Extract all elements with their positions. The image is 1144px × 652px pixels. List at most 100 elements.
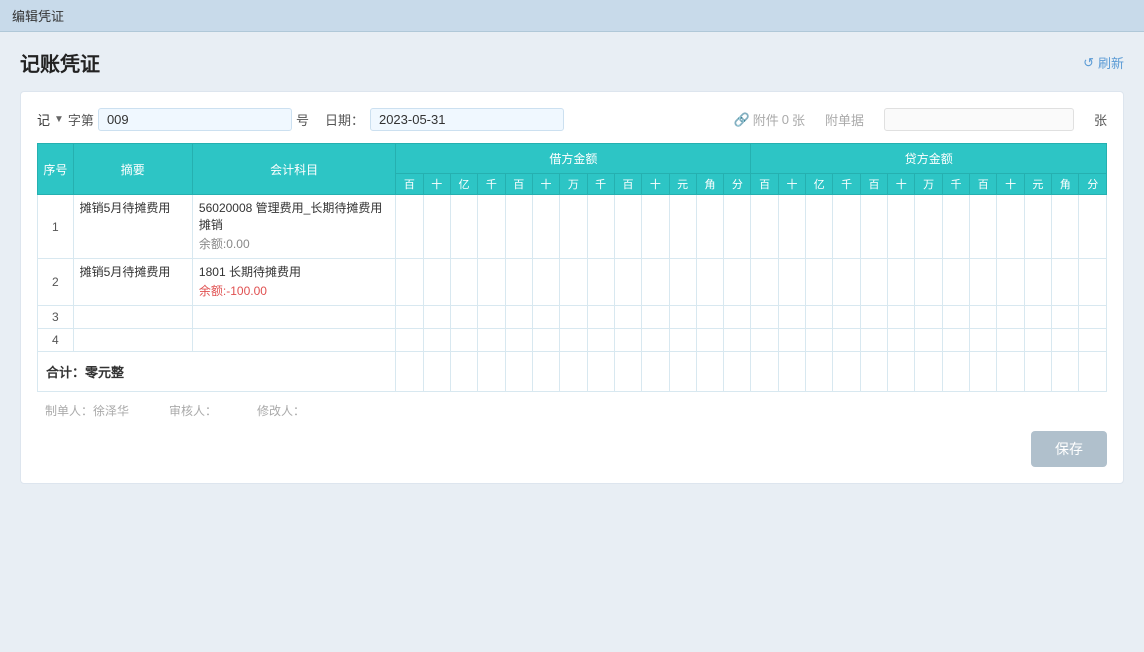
debit-digit-0-5[interactable] [532, 195, 559, 259]
credit-digit-3-3[interactable] [833, 329, 860, 352]
debit-digit-1-9[interactable] [642, 259, 669, 306]
credit-digit-0-11[interactable] [1052, 195, 1079, 259]
credit-digit-0-10[interactable] [1024, 195, 1051, 259]
debit-digit-3-9[interactable] [642, 329, 669, 352]
debit-digit-3-1[interactable] [423, 329, 450, 352]
credit-digit-0-2[interactable] [806, 195, 833, 259]
debit-digit-1-12[interactable] [724, 259, 751, 306]
credit-digit-1-12[interactable] [1079, 259, 1107, 306]
credit-digit-3-7[interactable] [942, 329, 969, 352]
credit-digit-0-4[interactable] [860, 195, 887, 259]
cell-account-2[interactable] [192, 306, 395, 329]
credit-digit-1-5[interactable] [888, 259, 915, 306]
credit-digit-1-1[interactable] [778, 259, 805, 306]
credit-digit-2-9[interactable] [997, 306, 1024, 329]
debit-digit-3-3[interactable] [478, 329, 505, 352]
credit-digit-2-12[interactable] [1079, 306, 1107, 329]
debit-digit-2-11[interactable] [696, 306, 723, 329]
credit-digit-0-9[interactable] [997, 195, 1024, 259]
credit-digit-2-10[interactable] [1024, 306, 1051, 329]
credit-digit-3-6[interactable] [915, 329, 942, 352]
credit-digit-3-1[interactable] [778, 329, 805, 352]
credit-digit-2-8[interactable] [970, 306, 997, 329]
credit-digit-0-1[interactable] [778, 195, 805, 259]
debit-digit-1-2[interactable] [450, 259, 477, 306]
cell-summary-3[interactable] [73, 329, 192, 352]
debit-digit-1-10[interactable] [669, 259, 696, 306]
credit-digit-2-4[interactable] [860, 306, 887, 329]
credit-digit-3-10[interactable] [1024, 329, 1051, 352]
credit-digit-3-8[interactable] [970, 329, 997, 352]
refresh-button[interactable]: ↺ 刷新 [1083, 53, 1124, 72]
debit-digit-3-4[interactable] [505, 329, 532, 352]
credit-digit-0-7[interactable] [942, 195, 969, 259]
cell-summary-0[interactable]: 摊销5月待摊费用 [73, 195, 192, 259]
debit-digit-2-2[interactable] [450, 306, 477, 329]
debit-digit-1-8[interactable] [614, 259, 641, 306]
debit-digit-2-7[interactable] [587, 306, 614, 329]
debit-digit-3-6[interactable] [560, 329, 587, 352]
cell-account-3[interactable] [192, 329, 395, 352]
debit-digit-1-1[interactable] [423, 259, 450, 306]
debit-digit-0-8[interactable] [614, 195, 641, 259]
credit-digit-1-4[interactable] [860, 259, 887, 306]
debit-digit-0-3[interactable] [478, 195, 505, 259]
debit-digit-0-7[interactable] [587, 195, 614, 259]
debit-digit-3-11[interactable] [696, 329, 723, 352]
attach-link[interactable]: 🔗 附件 0 张 [734, 110, 805, 129]
credit-digit-2-2[interactable] [806, 306, 833, 329]
credit-digit-1-7[interactable] [942, 259, 969, 306]
credit-digit-1-11[interactable] [1052, 259, 1079, 306]
credit-digit-0-3[interactable] [833, 195, 860, 259]
debit-digit-1-3[interactable] [478, 259, 505, 306]
debit-digit-2-10[interactable] [669, 306, 696, 329]
credit-digit-1-3[interactable] [833, 259, 860, 306]
debit-digit-2-0[interactable] [396, 306, 423, 329]
cell-summary-1[interactable]: 摊销5月待摊费用 [73, 259, 192, 306]
debit-digit-3-10[interactable] [669, 329, 696, 352]
credit-digit-2-5[interactable] [888, 306, 915, 329]
debit-digit-3-5[interactable] [532, 329, 559, 352]
debit-digit-3-7[interactable] [587, 329, 614, 352]
debit-digit-2-3[interactable] [478, 306, 505, 329]
credit-digit-3-0[interactable] [751, 329, 778, 352]
credit-digit-3-5[interactable] [888, 329, 915, 352]
debit-digit-0-12[interactable] [724, 195, 751, 259]
credit-digit-1-9[interactable] [997, 259, 1024, 306]
credit-digit-1-0[interactable] [751, 259, 778, 306]
credit-digit-0-6[interactable] [915, 195, 942, 259]
debit-digit-0-0[interactable] [396, 195, 423, 259]
credit-digit-2-3[interactable] [833, 306, 860, 329]
credit-digit-1-6[interactable] [915, 259, 942, 306]
credit-digit-2-1[interactable] [778, 306, 805, 329]
debit-digit-1-5[interactable] [532, 259, 559, 306]
credit-digit-0-0[interactable] [751, 195, 778, 259]
credit-digit-2-7[interactable] [942, 306, 969, 329]
cell-account-1[interactable]: 1801 长期待摊费用余额:-100.00 [192, 259, 395, 306]
debit-digit-2-12[interactable] [724, 306, 751, 329]
date-input[interactable] [370, 108, 564, 131]
credit-digit-3-2[interactable] [806, 329, 833, 352]
voucher-type-dropdown[interactable]: ▼ [54, 114, 64, 125]
debit-digit-2-5[interactable] [532, 306, 559, 329]
credit-digit-0-12[interactable] [1079, 195, 1107, 259]
debit-digit-0-9[interactable] [642, 195, 669, 259]
credit-digit-2-0[interactable] [751, 306, 778, 329]
debit-digit-1-6[interactable] [560, 259, 587, 306]
debit-digit-3-12[interactable] [724, 329, 751, 352]
debit-digit-3-8[interactable] [614, 329, 641, 352]
credit-digit-3-12[interactable] [1079, 329, 1107, 352]
debit-digit-3-0[interactable] [396, 329, 423, 352]
zhang-input[interactable] [884, 108, 1074, 131]
debit-digit-3-2[interactable] [450, 329, 477, 352]
credit-digit-2-6[interactable] [915, 306, 942, 329]
credit-digit-1-8[interactable] [970, 259, 997, 306]
debit-digit-0-2[interactable] [450, 195, 477, 259]
debit-digit-2-4[interactable] [505, 306, 532, 329]
credit-digit-0-8[interactable] [970, 195, 997, 259]
save-button[interactable]: 保存 [1031, 431, 1107, 467]
credit-digit-3-4[interactable] [860, 329, 887, 352]
credit-digit-2-11[interactable] [1052, 306, 1079, 329]
debit-digit-0-4[interactable] [505, 195, 532, 259]
credit-digit-3-11[interactable] [1052, 329, 1079, 352]
